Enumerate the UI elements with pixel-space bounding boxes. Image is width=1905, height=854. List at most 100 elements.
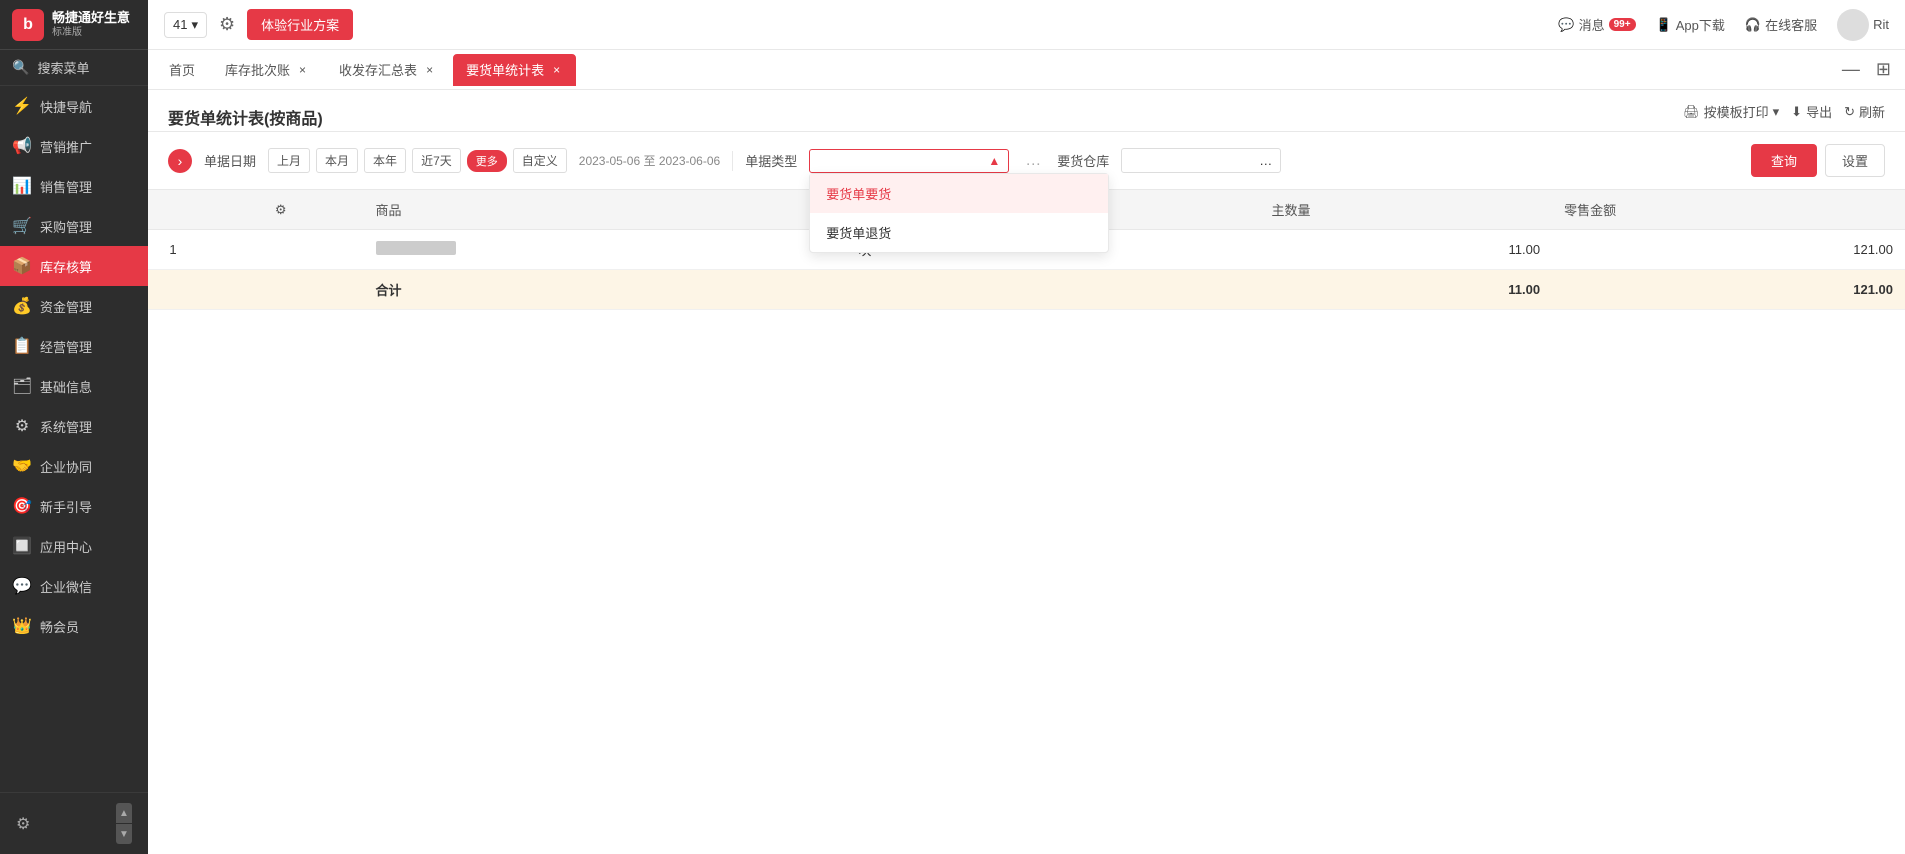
marketing-icon: 📢 [12, 136, 32, 156]
trial-btn[interactable]: 体验行业方案 [247, 9, 353, 40]
scroll-up-btn[interactable]: ▲ [116, 803, 132, 823]
sidebar-item-operations[interactable]: 📋 经营管理 [0, 326, 148, 366]
app-center-icon: 🔲 [12, 536, 32, 556]
system-icon: ⚙ [12, 416, 32, 436]
date-buttons: 上月 本月 本年 近7天 更多 自定义 [268, 148, 567, 173]
sidebar-item-wechat[interactable]: 💬 企业微信 [0, 566, 148, 606]
filter-bar: › 单据日期 上月 本月 本年 近7天 更多 自定义 [148, 132, 1905, 190]
warehouse-selector[interactable]: … [1121, 148, 1281, 173]
row-settings-cell [198, 230, 364, 270]
table-area: ⚙ 商品 主计量单位 主数量 零售金额 1 [148, 190, 1905, 854]
export-btn[interactable]: ⬇ 导出 [1791, 102, 1832, 121]
last-7-days-btn[interactable]: 近7天 [412, 148, 461, 173]
tabs-bar: 首页 库存批次账 × 收发存汇总表 × 要货单统计表 × — ⊞ [148, 50, 1905, 90]
print-btn[interactable]: 🖨 按模板打印 ▾ [1683, 102, 1779, 121]
query-btn[interactable]: 查询 [1751, 144, 1817, 177]
sidebar-item-system[interactable]: ⚙ 系统管理 [0, 406, 148, 446]
tab-expand-btn[interactable]: ⊞ [1870, 57, 1897, 82]
sidebar-item-guide[interactable]: 🎯 新手引导 [0, 486, 148, 526]
headset-icon: 🎧 [1745, 17, 1761, 33]
store-selector[interactable]: 41 ▾ [164, 12, 207, 38]
search-menu-item[interactable]: 🔍 搜索菜单 [0, 50, 148, 86]
sidebar-item-inventory[interactable]: 📦 库存核算 [0, 246, 148, 286]
notification-badge: 99+ [1609, 18, 1636, 31]
tab-minimize-btn[interactable]: — [1836, 57, 1866, 82]
tab-home-label: 首页 [169, 60, 195, 79]
tabs-bar-right: — ⊞ [1836, 57, 1897, 82]
sidebar-item-label: 基础信息 [40, 377, 92, 396]
sidebar-item-label: 新手引导 [40, 497, 92, 516]
app-download-label: App下载 [1676, 15, 1725, 34]
type-dropdown-menu: 要货单要货 要货单退货 [809, 173, 1109, 253]
refresh-icon: ↻ [1844, 104, 1855, 120]
user-avatar-item[interactable]: Rit [1837, 9, 1889, 41]
sidebar-item-sales[interactable]: 📊 销售管理 [0, 166, 148, 206]
col-settings-header[interactable]: ⚙ [198, 190, 364, 230]
export-icon: ⬇ [1791, 104, 1802, 120]
search-menu-label: 搜索菜单 [37, 58, 89, 77]
print-dropdown-icon: ▾ [1773, 104, 1780, 120]
dropdown-item-return[interactable]: 要货单退货 [810, 213, 1108, 252]
dropdown-item-order[interactable]: 要货单要货 [810, 174, 1108, 213]
sidebar-item-label: 企业协同 [40, 457, 92, 476]
store-number: 41 [173, 17, 187, 32]
this-month-btn[interactable]: 本月 [316, 148, 358, 173]
enterprise-icon: 🤝 [12, 456, 32, 476]
settings-footer-icon[interactable]: ⚙ [16, 814, 30, 834]
sidebar-item-member[interactable]: 👑 畅会员 [0, 606, 148, 646]
col-product-header: 商品 [364, 190, 847, 230]
sidebar-scroll-controls: ▲ ▼ [116, 803, 132, 844]
scroll-down-btn[interactable]: ▼ [116, 824, 132, 844]
tab-batch-account-close-icon[interactable]: × [296, 63, 309, 77]
tab-delivery-summary-close-icon[interactable]: × [423, 63, 436, 77]
sidebar-item-purchase[interactable]: 🛒 采购管理 [0, 206, 148, 246]
filter-more-btn[interactable]: … [1021, 152, 1045, 170]
row-product [364, 230, 847, 270]
sidebar-item-app-center[interactable]: 🔲 应用中心 [0, 526, 148, 566]
tab-delivery-summary[interactable]: 收发存汇总表 × [326, 54, 449, 86]
sidebar-item-label: 采购管理 [40, 217, 92, 236]
sidebar-logo: b 畅捷通好生意 标准版 [0, 0, 148, 50]
notification-item[interactable]: 💬 消息 99+ [1558, 15, 1635, 34]
sidebar-item-quick-nav[interactable]: ⚡ 快捷导航 [0, 86, 148, 126]
warehouse-more-icon: … [1259, 153, 1272, 168]
date-filter-label: 单据日期 [204, 151, 256, 170]
tab-order-stats[interactable]: 要货单统计表 × [453, 54, 576, 86]
more-date-btn[interactable]: 更多 [467, 150, 507, 172]
inventory-icon: 📦 [12, 256, 32, 276]
total-quantity: 11.00 [1260, 270, 1553, 310]
wechat-icon: 💬 [12, 576, 32, 596]
custom-date-btn[interactable]: 自定义 [513, 148, 567, 173]
notification-label: 消息 [1579, 15, 1605, 34]
tab-order-stats-close-icon[interactable]: × [550, 63, 563, 77]
finance-icon: 💰 [12, 296, 32, 316]
page-header: 要货单统计表(按商品) 🖨 按模板打印 ▾ ⬇ 导出 ↻ 刷新 [148, 90, 1905, 132]
col-index-header [148, 190, 198, 230]
sidebar-item-finance[interactable]: 💰 资金管理 [0, 286, 148, 326]
this-year-btn[interactable]: 本年 [364, 148, 406, 173]
app-download-item[interactable]: 📱 App下载 [1656, 15, 1725, 34]
app-logo-icon: b [12, 9, 44, 41]
sidebar-item-label: 系统管理 [40, 417, 92, 436]
sidebar-item-label: 销售管理 [40, 177, 92, 196]
topbar-settings-icon[interactable]: ⚙ [219, 14, 235, 35]
sidebar-item-marketing[interactable]: 📢 营销推广 [0, 126, 148, 166]
tab-batch-account[interactable]: 库存批次账 × [212, 54, 322, 86]
warehouse-filter-label: 要货仓库 [1057, 151, 1109, 170]
online-service-item[interactable]: 🎧 在线客服 [1745, 15, 1817, 34]
sidebar-item-label: 应用中心 [40, 537, 92, 556]
type-dropdown-arrow-up-icon: ▲ [988, 154, 1000, 168]
app-edition: 标准版 [52, 26, 130, 39]
type-dropdown[interactable]: ▲ [809, 149, 1009, 173]
filter-expand-btn[interactable]: › [168, 149, 192, 173]
row-quantity: 11.00 [1260, 230, 1553, 270]
filter-settings-btn[interactable]: 设置 [1825, 144, 1885, 177]
tab-home[interactable]: 首页 [156, 54, 208, 86]
sidebar-item-basic-info[interactable]: 🗂 基础信息 [0, 366, 148, 406]
member-icon: 👑 [12, 616, 32, 636]
page-content: 要货单统计表(按商品) 🖨 按模板打印 ▾ ⬇ 导出 ↻ 刷新 › [148, 90, 1905, 854]
topbar: 41 ▾ ⚙ 体验行业方案 💬 消息 99+ 📱 App下载 🎧 在线客服 [148, 0, 1905, 50]
refresh-btn[interactable]: ↻ 刷新 [1844, 102, 1885, 121]
sidebar-item-enterprise[interactable]: 🤝 企业协同 [0, 446, 148, 486]
last-month-btn[interactable]: 上月 [268, 148, 310, 173]
